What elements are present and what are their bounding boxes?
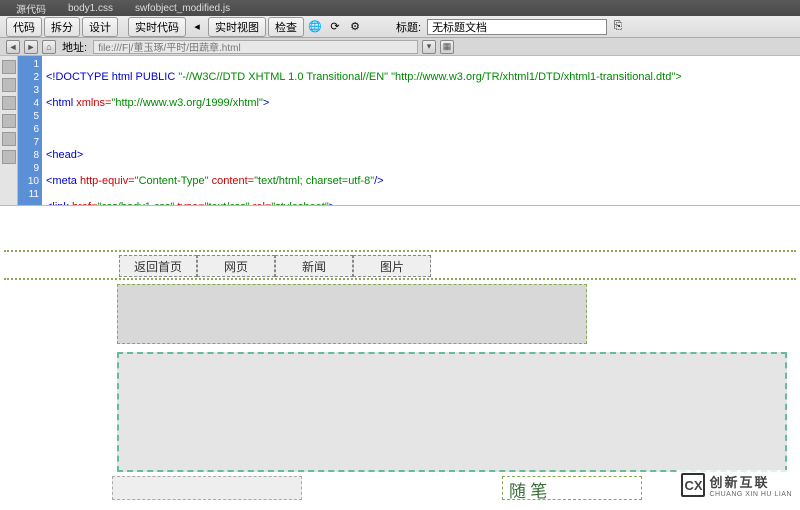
code-view-button[interactable]: 代码 bbox=[6, 17, 42, 37]
main-toolbar: 代码 拆分 设计 实时代码 ◂ 实时视图 检查 🌐 ⟳ ⚙ 标题: ⎘ bbox=[0, 16, 800, 38]
nav-cell-web[interactable]: 网页 bbox=[197, 255, 275, 277]
gutter-tool-3[interactable] bbox=[2, 96, 16, 110]
nav-home-icon[interactable]: ⌂ bbox=[42, 40, 56, 54]
nav-cell-image[interactable]: 图片 bbox=[353, 255, 431, 277]
gutter-tool-1[interactable] bbox=[2, 60, 16, 74]
line-numbers: 123 456 789 1011 bbox=[18, 56, 42, 205]
nav-cell-news[interactable]: 新闻 bbox=[275, 255, 353, 277]
nav-forward-icon[interactable]: ► bbox=[24, 40, 38, 54]
design-preview: 返回首页 网页 新闻 图片 随 笔 bbox=[0, 206, 800, 510]
address-input[interactable] bbox=[93, 40, 418, 54]
address-bar: ◄ ► ⌂ 地址: ▾ ▦ bbox=[0, 38, 800, 56]
nav-cell-home[interactable]: 返回首页 bbox=[119, 255, 197, 277]
settings-icon[interactable]: ⎘ bbox=[609, 19, 627, 35]
gutter-tool-4[interactable] bbox=[2, 114, 16, 128]
back-icon[interactable]: ◂ bbox=[188, 19, 206, 35]
gutter-tool-2[interactable] bbox=[2, 78, 16, 92]
watermark-logo: CX bbox=[681, 473, 705, 497]
gutter-tool-6[interactable] bbox=[2, 150, 16, 164]
preview-block-wide bbox=[117, 352, 787, 472]
address-go-icon[interactable]: ▦ bbox=[440, 40, 454, 54]
gear-icon[interactable]: ⚙ bbox=[346, 19, 364, 35]
split-view-button[interactable]: 拆分 bbox=[44, 17, 80, 37]
address-label: 地址: bbox=[62, 39, 87, 55]
code-editor: 123 456 789 1011 <!DOCTYPE html PUBLIC "… bbox=[0, 56, 800, 206]
editor-left-toolbar bbox=[0, 56, 18, 205]
file-tab-bar: 源代码 body1.css swfobject_modified.js bbox=[0, 0, 800, 16]
watermark-en: CHUANG XIN HU LIAN bbox=[709, 491, 792, 498]
design-view-button[interactable]: 设计 bbox=[82, 17, 118, 37]
watermark-cn: 创新互联 bbox=[709, 472, 792, 491]
live-code-button[interactable]: 实时代码 bbox=[128, 17, 186, 37]
file-tab-js[interactable]: swfobject_modified.js bbox=[125, 2, 240, 15]
watermark: CX 创新互联 CHUANG XIN HU LIAN bbox=[677, 470, 796, 500]
nav-back-icon[interactable]: ◄ bbox=[6, 40, 20, 54]
file-tab-css[interactable]: body1.css bbox=[58, 2, 123, 15]
code-text[interactable]: <!DOCTYPE html PUBLIC "-//W3C//DTD XHTML… bbox=[42, 56, 800, 205]
nav-bar-preview: 返回首页 网页 新闻 图片 bbox=[4, 250, 796, 280]
preview-bottom-left bbox=[112, 476, 302, 500]
tab-source-label: 源代码 bbox=[6, 0, 56, 17]
refresh-icon[interactable]: ⟳ bbox=[326, 19, 344, 35]
address-dropdown-icon[interactable]: ▾ bbox=[422, 40, 436, 54]
preview-essay-label: 随 笔 bbox=[502, 476, 642, 500]
globe-icon[interactable]: 🌐 bbox=[306, 19, 324, 35]
preview-block-gray bbox=[117, 284, 587, 344]
live-view-button[interactable]: 实时视图 bbox=[208, 17, 266, 37]
inspect-button[interactable]: 检查 bbox=[268, 17, 304, 37]
document-title-input[interactable] bbox=[427, 19, 607, 35]
gutter-tool-5[interactable] bbox=[2, 132, 16, 146]
title-label: 标题: bbox=[396, 19, 421, 35]
